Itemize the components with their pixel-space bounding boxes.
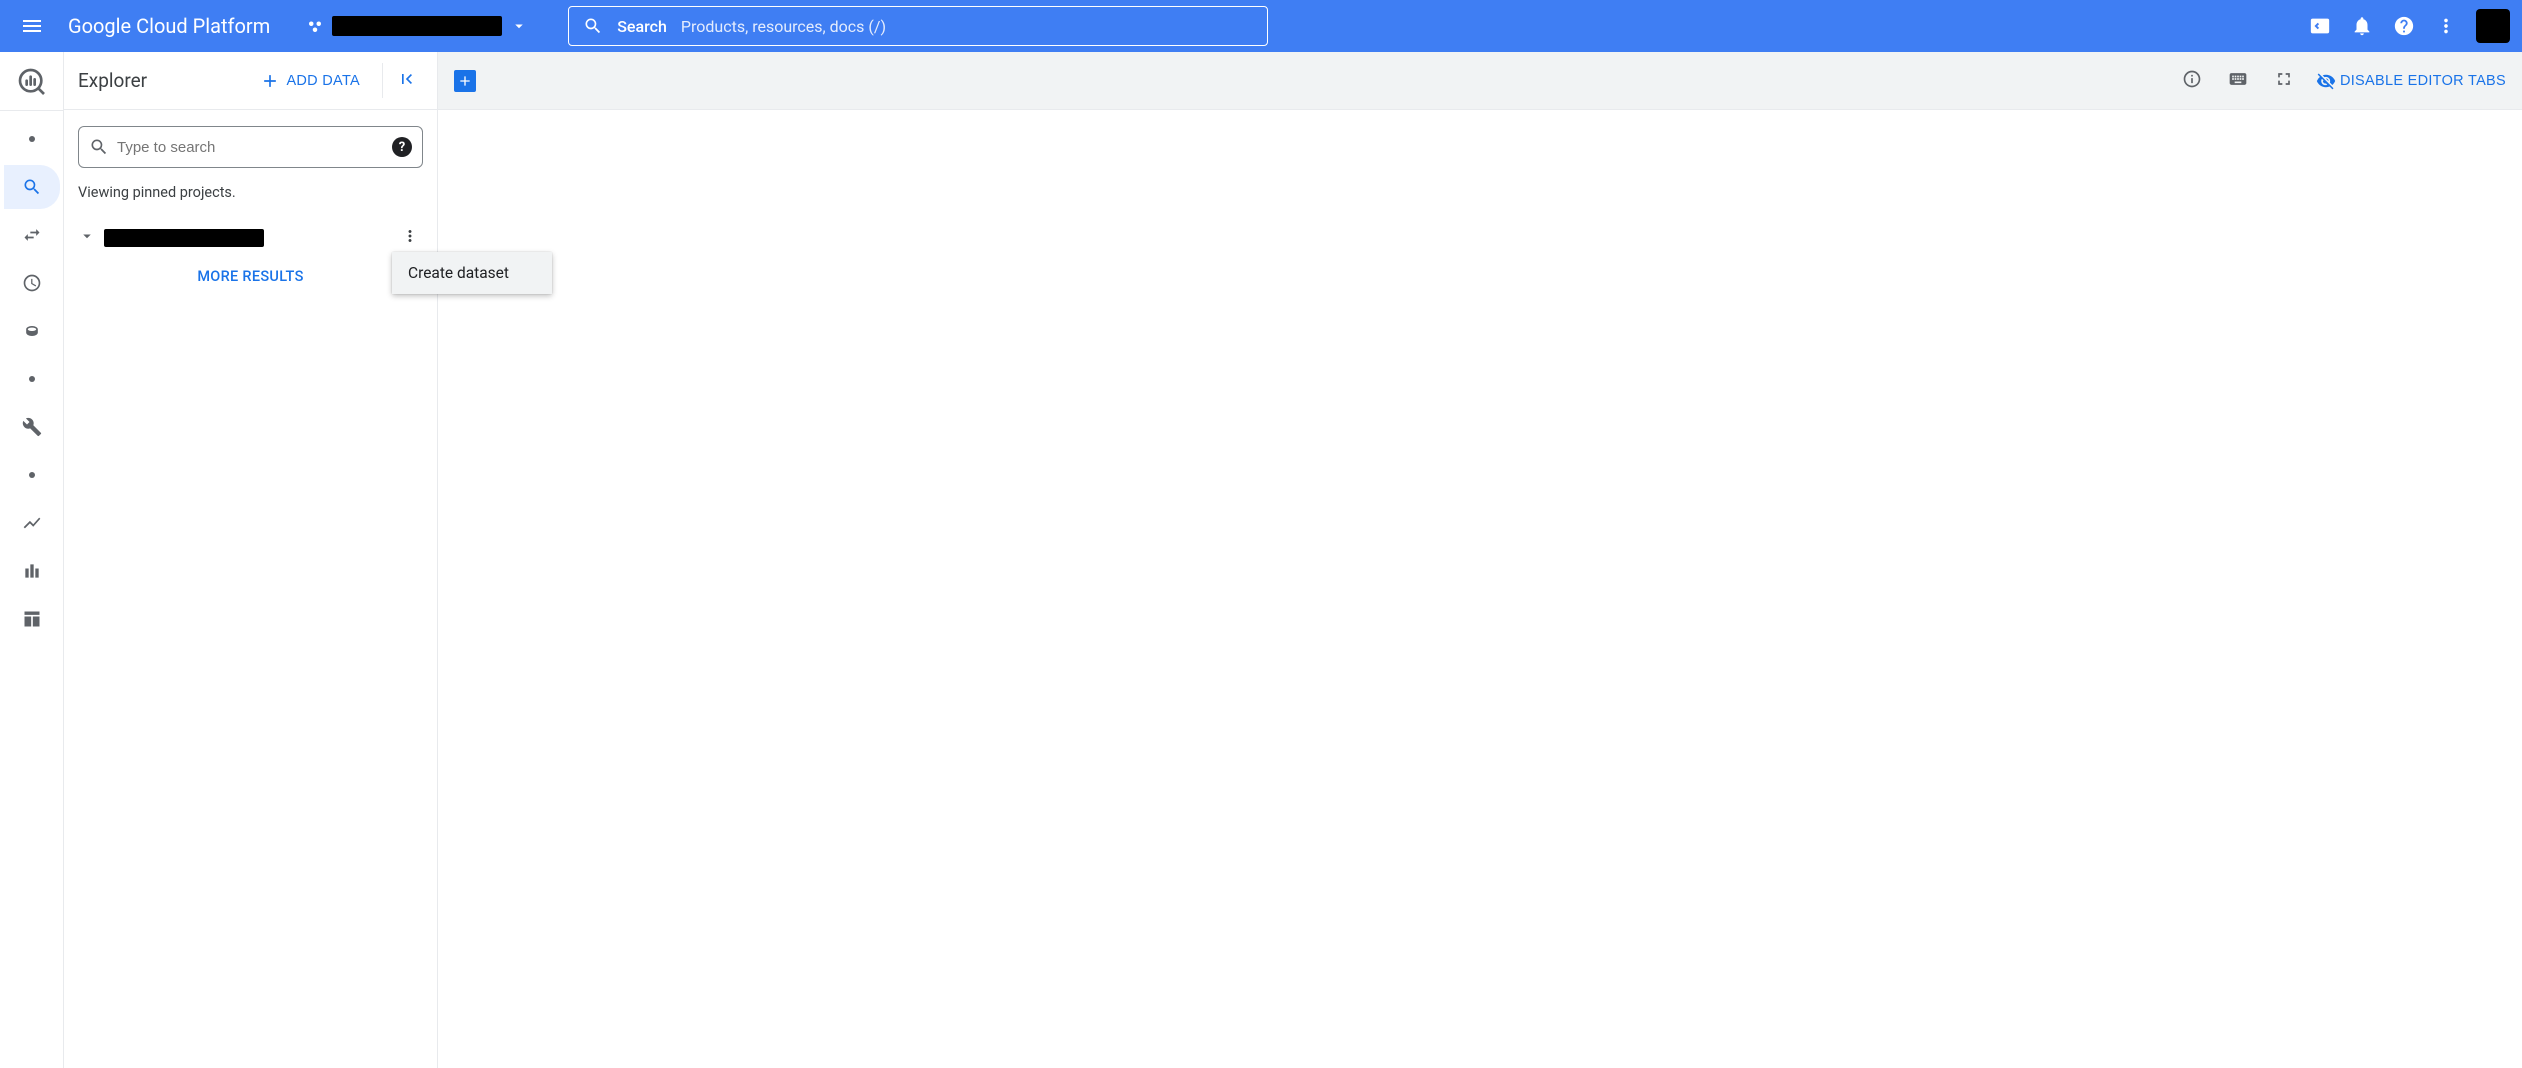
project-tree-row[interactable]: [78, 219, 423, 256]
plus-icon: [260, 71, 280, 91]
info-icon: [2182, 69, 2202, 89]
editor-tabbar: DISABLE EDITOR TABS: [438, 52, 2522, 110]
fullscreen-icon: [2274, 69, 2294, 89]
nav-menu-button[interactable]: [12, 6, 52, 46]
account-avatar[interactable]: [2476, 9, 2510, 43]
global-search[interactable]: Search Products, resources, docs (/): [568, 6, 1268, 46]
reservations-icon: [22, 321, 42, 341]
project-id-label: [104, 229, 264, 247]
search-icon: [22, 177, 42, 197]
left-nav: [0, 52, 64, 1068]
keyboard-shortcuts-button[interactable]: [2224, 65, 2252, 96]
search-icon: [89, 137, 109, 157]
pinned-projects-label: Viewing pinned projects.: [78, 184, 423, 201]
disable-editor-tabs-button[interactable]: DISABLE EDITOR TABS: [2316, 71, 2506, 91]
leftnav-sql-workspace[interactable]: [4, 165, 60, 209]
leftnav-bi-engine[interactable]: [4, 549, 60, 593]
top-header: Google Cloud Platform Search Products, r…: [0, 0, 2522, 52]
collapse-explorer-button[interactable]: [382, 63, 423, 98]
table-icon: [22, 609, 42, 629]
analytics-icon: [22, 513, 42, 533]
cloud-shell-icon: [2309, 15, 2331, 37]
leftnav-scheduled-queries[interactable]: [4, 261, 60, 305]
header-actions: [2300, 6, 2510, 46]
add-data-button[interactable]: ADD DATA: [252, 65, 368, 97]
more-vert-icon: [2435, 15, 2457, 37]
leftnav-dot-item-1[interactable]: [4, 117, 60, 161]
overflow-menu-button[interactable]: [2426, 6, 2466, 46]
explorer-search-input[interactable]: [117, 139, 384, 156]
leftnav-tables[interactable]: [4, 597, 60, 641]
explorer-panel: Explorer ADD DATA ? Viewing pinned proje…: [64, 52, 438, 1068]
tree-expand-toggle[interactable]: [78, 227, 96, 249]
tab-info-button[interactable]: [2178, 65, 2206, 96]
wrench-icon: [22, 417, 42, 437]
explorer-title: Explorer: [78, 69, 244, 92]
tabbar-actions: DISABLE EDITOR TABS: [2178, 65, 2506, 96]
help-icon: [2393, 15, 2415, 37]
bell-icon: [2351, 15, 2373, 37]
leftnav-dot-item-3[interactable]: [4, 453, 60, 497]
leftnav-analytics[interactable]: [4, 501, 60, 545]
more-results-button[interactable]: MORE RESULTS: [78, 268, 423, 285]
bi-engine-icon: [22, 561, 42, 581]
more-vert-icon: [401, 227, 419, 245]
platform-title: Google Cloud Platform: [68, 14, 270, 38]
project-actions-button[interactable]: [397, 223, 423, 252]
create-dataset-menu-item[interactable]: Create dataset: [392, 252, 552, 294]
visibility-off-icon: [2316, 71, 2336, 91]
search-help-icon[interactable]: ?: [392, 137, 412, 157]
menu-icon: [20, 14, 44, 38]
bigquery-icon: [16, 66, 48, 98]
clock-icon: [22, 273, 42, 293]
explorer-body: ? Viewing pinned projects. MORE RESULTS: [64, 110, 437, 301]
plus-icon: [457, 73, 473, 89]
transfer-icon: [22, 225, 42, 245]
help-button[interactable]: [2384, 6, 2424, 46]
explorer-search-field[interactable]: ?: [78, 126, 423, 168]
notifications-button[interactable]: [2342, 6, 2382, 46]
main-panel: DISABLE EDITOR TABS: [438, 52, 2522, 1068]
chevron-down-icon: [78, 227, 96, 245]
project-name: [332, 16, 502, 36]
editor-content-area: [438, 110, 2522, 1068]
project-icon: [306, 17, 324, 35]
new-tab-button[interactable]: [454, 70, 476, 92]
chevron-down-icon: [510, 17, 528, 35]
leftnav-data-transfers[interactable]: [4, 213, 60, 257]
collapse-panel-icon: [397, 69, 417, 89]
explorer-header: Explorer ADD DATA: [64, 52, 437, 110]
disable-tabs-label: DISABLE EDITOR TABS: [2340, 73, 2506, 89]
leftnav-admin[interactable]: [4, 405, 60, 449]
bigquery-logo[interactable]: [8, 58, 56, 106]
project-context-menu: Create dataset: [392, 252, 552, 294]
keyboard-icon: [2228, 69, 2248, 89]
add-data-label: ADD DATA: [286, 73, 360, 89]
leftnav-reservations[interactable]: [4, 309, 60, 353]
cloud-shell-button[interactable]: [2300, 6, 2340, 46]
fullscreen-button[interactable]: [2270, 65, 2298, 96]
leftnav-dot-item-2[interactable]: [4, 357, 60, 401]
search-placeholder: Products, resources, docs (/): [681, 17, 886, 36]
search-icon: [583, 16, 603, 36]
project-selector[interactable]: [298, 12, 536, 40]
search-label: Search: [617, 17, 667, 36]
